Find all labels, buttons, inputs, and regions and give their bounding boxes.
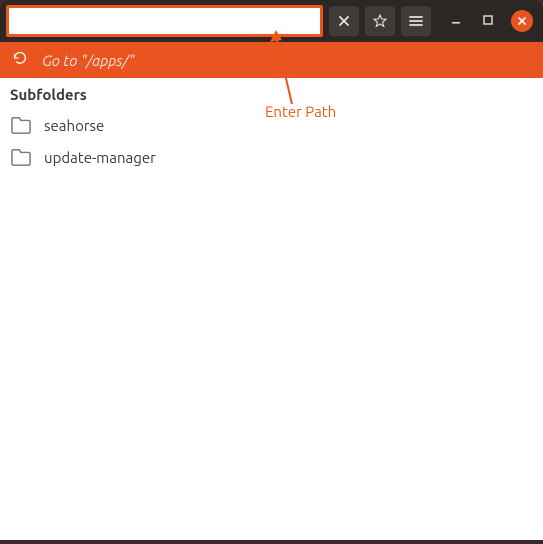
path-input[interactable] <box>6 5 323 37</box>
app-window: Go to "/apps/" Subfolders seahorse updat… <box>0 0 543 540</box>
refresh-icon <box>12 50 28 70</box>
hamburger-icon <box>409 14 423 28</box>
maximize-icon <box>482 14 494 29</box>
window-controls <box>447 10 533 32</box>
list-item-label: seahorse <box>44 117 104 134</box>
path-bar: Go to "/apps/" <box>0 42 543 78</box>
minimize-icon <box>450 14 462 29</box>
list-item-label: update-manager <box>44 149 156 166</box>
close-window-button[interactable] <box>511 10 533 32</box>
list-item[interactable]: seahorse <box>0 109 543 141</box>
menu-button[interactable] <box>401 6 431 36</box>
folder-icon <box>10 115 32 135</box>
maximize-button[interactable] <box>479 12 497 30</box>
clear-path-button[interactable] <box>329 6 359 36</box>
star-icon <box>372 13 388 29</box>
titlebar <box>0 0 543 42</box>
section-title-subfolders: Subfolders <box>0 78 543 109</box>
close-icon <box>517 14 527 29</box>
folder-icon <box>10 147 32 167</box>
go-to-path-label: Go to "/apps/" <box>42 52 134 69</box>
close-icon <box>338 15 350 27</box>
bookmark-button[interactable] <box>365 6 395 36</box>
list-item[interactable]: update-manager <box>0 141 543 173</box>
minimize-button[interactable] <box>447 12 465 30</box>
content-area: Subfolders seahorse update-manager <box>0 78 543 540</box>
